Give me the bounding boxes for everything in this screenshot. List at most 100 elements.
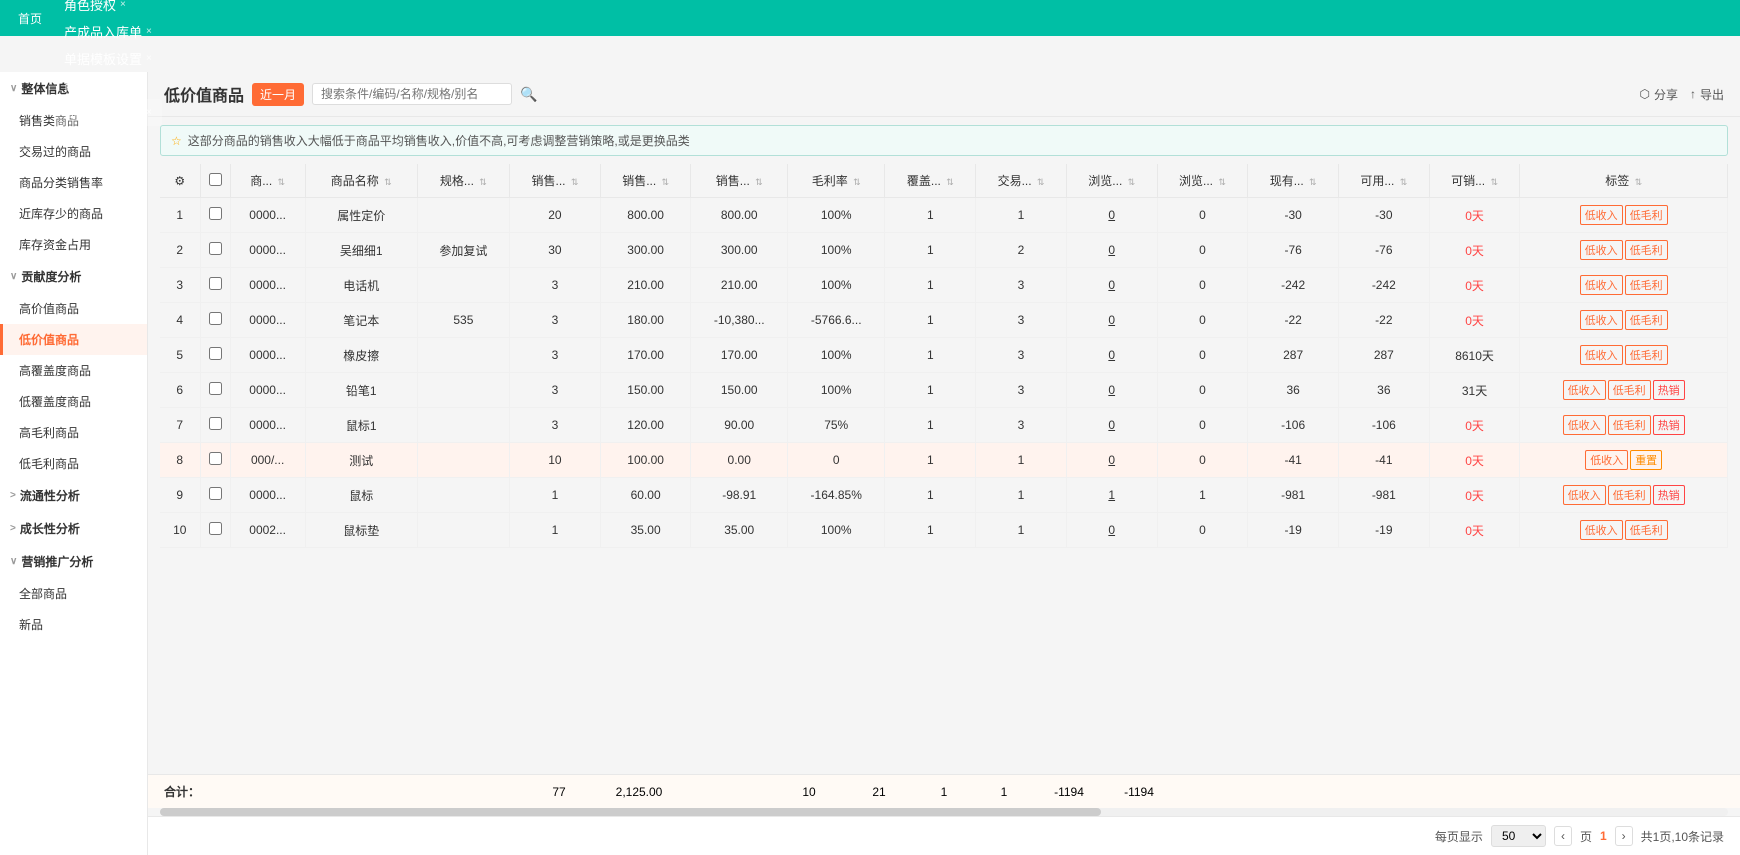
next-page-button[interactable]: › — [1615, 826, 1633, 846]
th-tags[interactable]: 标签 ⇅ — [1520, 164, 1728, 198]
sidebar-item-商品分类销售率[interactable]: 商品分类销售率 — [0, 167, 147, 198]
browse1-link[interactable]: 0 — [1108, 348, 1115, 362]
first-page-button[interactable]: ‹ — [1554, 826, 1572, 846]
sidebar-item-交易过的商品[interactable]: 交易过的商品 — [0, 136, 147, 167]
sidebar-item-低价值商品[interactable]: 低价值商品 — [0, 324, 147, 355]
row-checkbox[interactable] — [209, 452, 222, 465]
row-checkbox[interactable] — [209, 417, 222, 430]
nav-item-home[interactable]: 首页 — [8, 6, 52, 31]
cell-gross-margin: -5766.6... — [787, 303, 885, 338]
nav-close-icon[interactable]: × — [120, 80, 126, 91]
th-sales-amount[interactable]: 销售... ⇅ — [600, 164, 691, 198]
cell-available: -30 — [1338, 198, 1429, 233]
cell-checkbox[interactable] — [200, 513, 230, 548]
cell-checkbox[interactable] — [200, 303, 230, 338]
sidebar-section-营销推广分析[interactable]: ∨ 营销推广分析 — [0, 545, 147, 578]
cell-checkbox[interactable] — [200, 443, 230, 478]
cell-checkbox[interactable] — [200, 198, 230, 233]
scrollbar-thumb[interactable] — [160, 808, 1101, 816]
th-sales-price[interactable]: 销售... ⇅ — [691, 164, 787, 198]
sidebar-section-成长性分析[interactable]: > 成长性分析 — [0, 512, 147, 545]
th-coverage[interactable]: 覆盖... ⇅ — [885, 164, 976, 198]
sidebar-item-新品[interactable]: 新品 — [0, 609, 147, 640]
nav-close-icon[interactable]: × — [146, 107, 152, 118]
sidebar-item-高毛利商品[interactable]: 高毛利商品 — [0, 417, 147, 448]
cell-checkbox[interactable] — [200, 338, 230, 373]
cell-sellable: 31天 — [1429, 373, 1520, 408]
cell-browse1[interactable]: 0 — [1066, 233, 1157, 268]
th-code[interactable]: 商... ⇅ — [230, 164, 305, 198]
browse1-link[interactable]: 0 — [1108, 383, 1115, 397]
row-checkbox[interactable] — [209, 522, 222, 535]
th-sales-qty[interactable]: 销售... ⇅ — [510, 164, 601, 198]
select-all-checkbox[interactable] — [209, 173, 222, 186]
nav-item-商品分析[interactable]: 商品分析 × — [54, 72, 162, 99]
row-checkbox[interactable] — [209, 382, 222, 395]
th-settings[interactable]: ⚙ — [160, 164, 200, 198]
cell-browse1[interactable]: 0 — [1066, 198, 1157, 233]
search-input[interactable] — [312, 83, 512, 105]
row-checkbox[interactable] — [209, 347, 222, 360]
th-checkbox[interactable] — [200, 164, 230, 198]
sidebar-item-近库存少的商品[interactable]: 近库存少的商品 — [0, 198, 147, 229]
cell-browse1[interactable]: 0 — [1066, 408, 1157, 443]
browse1-link[interactable]: 0 — [1108, 243, 1115, 257]
sidebar-section-流通性分析[interactable]: > 流通性分析 — [0, 479, 147, 512]
th-transaction[interactable]: 交易... ⇅ — [976, 164, 1067, 198]
sidebar-item-全部商品[interactable]: 全部商品 — [0, 578, 147, 609]
browse1-link[interactable]: 0 — [1108, 278, 1115, 292]
sidebar-item-高价值商品[interactable]: 高价值商品 — [0, 293, 147, 324]
cell-browse1[interactable]: 1 — [1066, 478, 1157, 513]
th-current-stock[interactable]: 现有... ⇅ — [1248, 164, 1339, 198]
row-checkbox[interactable] — [209, 242, 222, 255]
nav-close-icon[interactable]: × — [146, 53, 152, 64]
row-checkbox[interactable] — [209, 312, 222, 325]
cell-browse1[interactable]: 0 — [1066, 513, 1157, 548]
cell-browse1[interactable]: 0 — [1066, 373, 1157, 408]
th-sellable[interactable]: 可销... ⇅ — [1429, 164, 1520, 198]
cell-checkbox[interactable] — [200, 373, 230, 408]
sidebar-item-高覆盖度商品[interactable]: 高覆盖度商品 — [0, 355, 147, 386]
th-available[interactable]: 可用... ⇅ — [1338, 164, 1429, 198]
cell-checkbox[interactable] — [200, 233, 230, 268]
export-button[interactable]: ↑ 导出 — [1690, 86, 1724, 103]
cell-checkbox[interactable] — [200, 478, 230, 513]
page-label-prefix: 页 — [1580, 828, 1592, 845]
row-checkbox[interactable] — [209, 207, 222, 220]
nav-close-icon[interactable]: × — [120, 0, 126, 10]
page-size-select[interactable]: 50 100 200 — [1491, 825, 1546, 847]
browse1-link[interactable]: 1 — [1108, 488, 1115, 502]
sidebar-item-低覆盖度商品[interactable]: 低覆盖度商品 — [0, 386, 147, 417]
cell-checkbox[interactable] — [200, 408, 230, 443]
browse1-link[interactable]: 0 — [1108, 453, 1115, 467]
browse1-link[interactable]: 0 — [1108, 523, 1115, 537]
cell-browse1[interactable]: 0 — [1066, 338, 1157, 373]
browse1-link[interactable]: 0 — [1108, 208, 1115, 222]
th-gross-margin[interactable]: 毛利率 ⇅ — [787, 164, 885, 198]
row-checkbox[interactable] — [209, 487, 222, 500]
th-spec[interactable]: 规格... ⇅ — [417, 164, 509, 198]
cell-browse1[interactable]: 0 — [1066, 303, 1157, 338]
row-checkbox[interactable] — [209, 277, 222, 290]
cell-browse1[interactable]: 0 — [1066, 443, 1157, 478]
nav-item-商品分析列表[interactable]: 商品分析列表 × — [54, 99, 162, 126]
sidebar-item-库存资金占用[interactable]: 库存资金占用 — [0, 229, 147, 260]
horizontal-scrollbar[interactable] — [160, 808, 1728, 816]
search-icon[interactable]: 🔍 — [520, 86, 537, 103]
sidebar-item-低毛利商品[interactable]: 低毛利商品 — [0, 448, 147, 479]
nav-item-产成品入库单[interactable]: 产成品入库单 × — [54, 18, 162, 45]
browse1-link[interactable]: 0 — [1108, 313, 1115, 327]
browse1-link[interactable]: 0 — [1108, 418, 1115, 432]
cell-current-stock: -242 — [1248, 268, 1339, 303]
nav-item-单据模板设置[interactable]: 单据模板设置 × — [54, 45, 162, 72]
th-browse1[interactable]: 浏览... ⇅ — [1066, 164, 1157, 198]
nav-item-角色授权[interactable]: 角色授权 × — [54, 0, 162, 18]
nav-close-icon[interactable]: × — [146, 26, 152, 37]
th-browse2[interactable]: 浏览... ⇅ — [1157, 164, 1248, 198]
share-button[interactable]: ⬡ 分享 — [1639, 86, 1678, 103]
filter-button[interactable]: 近一月 — [252, 83, 304, 106]
cell-browse1[interactable]: 0 — [1066, 268, 1157, 303]
cell-checkbox[interactable] — [200, 268, 230, 303]
sidebar-section-贡献度分析[interactable]: ∨ 贡献度分析 — [0, 260, 147, 293]
th-name[interactable]: 商品名称 ⇅ — [305, 164, 417, 198]
